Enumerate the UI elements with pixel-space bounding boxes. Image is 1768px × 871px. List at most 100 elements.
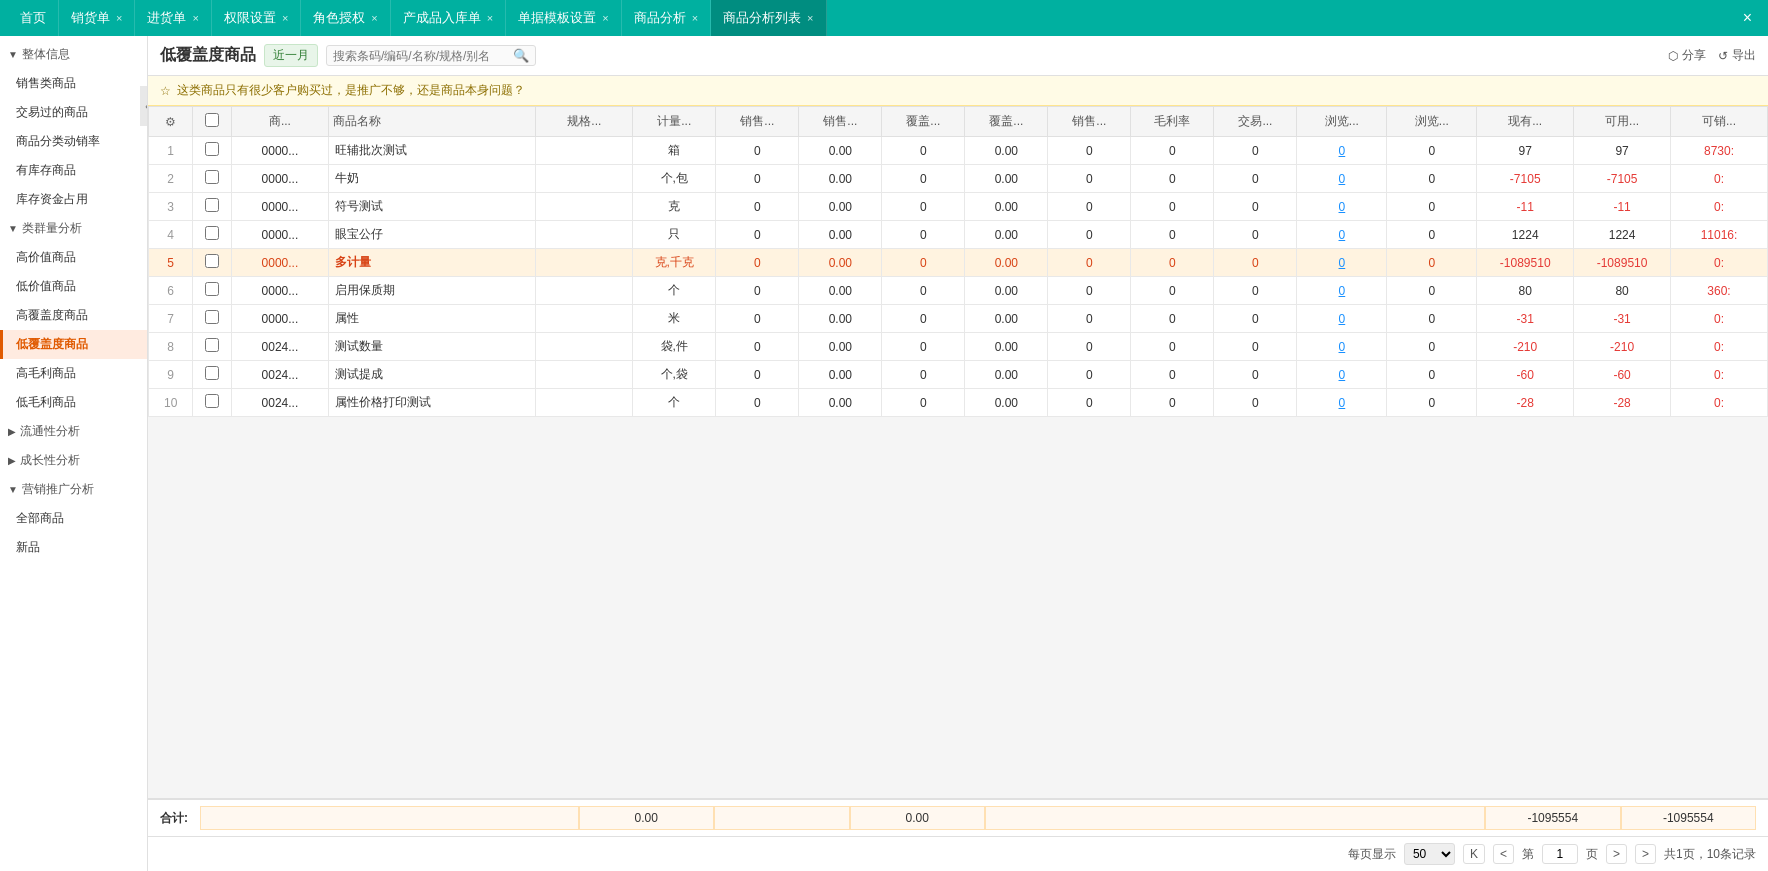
prev-page-button[interactable]: < bbox=[1493, 844, 1514, 864]
close-icon[interactable]: × bbox=[487, 12, 493, 24]
close-icon[interactable]: × bbox=[371, 12, 377, 24]
coverage1: 0 bbox=[882, 333, 965, 361]
close-icon[interactable]: × bbox=[602, 12, 608, 24]
row-checkbox[interactable] bbox=[205, 170, 219, 184]
product-spec bbox=[536, 305, 633, 333]
close-all-tabs-button[interactable]: × bbox=[1735, 9, 1760, 27]
nav-tab-analysis-list[interactable]: 商品分析列表 × bbox=[711, 0, 826, 36]
nav-tab-roles[interactable]: 角色授权 × bbox=[301, 0, 390, 36]
first-page-button[interactable]: K bbox=[1463, 844, 1485, 864]
coverage2: 0.00 bbox=[965, 193, 1048, 221]
gross-rate: 0 bbox=[1131, 193, 1214, 221]
page-label: 第 bbox=[1522, 846, 1534, 863]
sidebar-section-marketing[interactable]: ▼ 营销推广分析 bbox=[0, 475, 147, 504]
sidebar-item-high-value[interactable]: 高价值商品 bbox=[0, 243, 147, 272]
row-checkbox[interactable] bbox=[205, 198, 219, 212]
row-checkbox[interactable] bbox=[205, 310, 219, 324]
sales-qty: 0 bbox=[716, 305, 799, 333]
product-name: 测试数量 bbox=[328, 333, 536, 361]
sidebar-collapse-button[interactable]: « bbox=[140, 86, 148, 126]
nav-tab-warehouse[interactable]: 产成品入库单 × bbox=[391, 0, 506, 36]
row-checkbox[interactable] bbox=[205, 338, 219, 352]
avail-stock-column-header[interactable]: 可用... bbox=[1574, 107, 1671, 137]
sales-amt: 0.00 bbox=[799, 333, 882, 361]
unit-column-header[interactable]: 计量... bbox=[633, 107, 716, 137]
page-number-input[interactable] bbox=[1542, 844, 1578, 864]
sidebar-section-overall[interactable]: ▼ 整体信息 bbox=[0, 40, 147, 69]
row-checkbox[interactable] bbox=[205, 394, 219, 408]
spec-column-header[interactable]: 规格... bbox=[536, 107, 633, 137]
sidebar-section-cluster[interactable]: ▼ 类群量分析 bbox=[0, 214, 147, 243]
product-code: 0000... bbox=[232, 221, 329, 249]
close-icon[interactable]: × bbox=[807, 12, 813, 24]
select-all-checkbox[interactable] bbox=[205, 113, 219, 127]
row-checkbox[interactable] bbox=[205, 366, 219, 380]
nav-tab-home[interactable]: 首页 bbox=[8, 0, 59, 36]
gross-rate: 0 bbox=[1131, 221, 1214, 249]
share-button[interactable]: ⬡ 分享 bbox=[1668, 47, 1706, 64]
sellable-column-header[interactable]: 可销... bbox=[1671, 107, 1768, 137]
row-checkbox[interactable] bbox=[205, 142, 219, 156]
sidebar-item-low-value[interactable]: 低价值商品 bbox=[0, 272, 147, 301]
export-button[interactable]: ↺ 导出 bbox=[1718, 47, 1756, 64]
nav-tab-analysis[interactable]: 商品分析 × bbox=[622, 0, 711, 36]
cov2-column-header[interactable]: 覆盖... bbox=[965, 107, 1048, 137]
info-banner: ☆ 这类商品只有很少客户购买过，是推广不够，还是商品本身问题？ bbox=[148, 76, 1768, 106]
checkbox-column-header bbox=[193, 107, 232, 137]
row-checkbox[interactable] bbox=[205, 254, 219, 268]
sidebar-item-high-coverage[interactable]: 高覆盖度商品 bbox=[0, 301, 147, 330]
search-icon[interactable]: 🔍 bbox=[513, 48, 529, 63]
settings-column-header[interactable]: ⚙ bbox=[149, 107, 193, 137]
name-column-header[interactable]: 商品名称 bbox=[328, 107, 536, 137]
close-icon[interactable]: × bbox=[282, 12, 288, 24]
search-input[interactable] bbox=[333, 49, 513, 63]
table-header-row: ⚙ 商... 商品名称 规格... 计量... 销售... 销售... 覆盖..… bbox=[149, 107, 1768, 137]
sellable-stock: 0: bbox=[1671, 389, 1768, 417]
trade-column-header[interactable]: 交易... bbox=[1214, 107, 1297, 137]
close-icon[interactable]: × bbox=[192, 12, 198, 24]
sidebar-item-stock-fund[interactable]: 库存资金占用 bbox=[0, 185, 147, 214]
row-number: 3 bbox=[149, 193, 193, 221]
product-unit: 袋,件 bbox=[633, 333, 716, 361]
sellable-stock: 0: bbox=[1671, 193, 1768, 221]
close-icon[interactable]: × bbox=[692, 12, 698, 24]
browse2-column-header[interactable]: 浏览... bbox=[1387, 107, 1477, 137]
next-page-button[interactable]: > bbox=[1606, 844, 1627, 864]
filter-recent-month-button[interactable]: 近一月 bbox=[264, 44, 318, 67]
sidebar-item-traded-goods[interactable]: 交易过的商品 bbox=[0, 98, 147, 127]
coverage2: 0.00 bbox=[965, 389, 1048, 417]
sidebar-item-all-goods[interactable]: 全部商品 bbox=[0, 504, 147, 533]
sidebar-item-high-profit[interactable]: 高毛利商品 bbox=[0, 359, 147, 388]
browse2: 0 bbox=[1387, 137, 1477, 165]
sidebar-item-new-goods[interactable]: 新品 bbox=[0, 533, 147, 562]
sidebar-item-low-profit[interactable]: 低毛利商品 bbox=[0, 388, 147, 417]
sales-qty-column-header[interactable]: 销售... bbox=[716, 107, 799, 137]
chevron-down-icon: ▼ bbox=[8, 49, 18, 60]
cov1-column-header[interactable]: 覆盖... bbox=[882, 107, 965, 137]
close-icon[interactable]: × bbox=[116, 12, 122, 24]
sidebar-section-liquidity[interactable]: ▶ 流通性分析 bbox=[0, 417, 147, 446]
sales-amt-column-header[interactable]: 销售... bbox=[799, 107, 882, 137]
row-checkbox[interactable] bbox=[205, 226, 219, 240]
sidebar-item-sales-goods[interactable]: 销售类商品 bbox=[0, 69, 147, 98]
browse1-column-header[interactable]: 浏览... bbox=[1297, 107, 1387, 137]
nav-tab-purchase[interactable]: 进货单 × bbox=[135, 0, 211, 36]
sidebar-item-in-stock[interactable]: 有库存商品 bbox=[0, 156, 147, 185]
sidebar-item-low-coverage[interactable]: 低覆盖度商品 bbox=[0, 330, 147, 359]
nav-tab-permissions[interactable]: 权限设置 × bbox=[212, 0, 301, 36]
browse1: 0 bbox=[1297, 137, 1387, 165]
data-table: ⚙ 商... 商品名称 规格... 计量... 销售... 销售... 覆盖..… bbox=[148, 106, 1768, 417]
cur-stock-column-header[interactable]: 现有... bbox=[1477, 107, 1574, 137]
sidebar-item-category-rate[interactable]: 商品分类动销率 bbox=[0, 127, 147, 156]
gross-rate-column-header[interactable]: 毛利率 bbox=[1131, 107, 1214, 137]
sidebar-section-growth[interactable]: ▶ 成长性分析 bbox=[0, 446, 147, 475]
row-number: 5 bbox=[149, 249, 193, 277]
nav-tab-template[interactable]: 单据模板设置 × bbox=[506, 0, 621, 36]
page-size-select[interactable]: 50 10 20 100 bbox=[1404, 843, 1455, 865]
product-spec bbox=[536, 193, 633, 221]
code-column-header[interactable]: 商... bbox=[232, 107, 329, 137]
sales3-column-header[interactable]: 销售... bbox=[1048, 107, 1131, 137]
last-page-button[interactable]: > bbox=[1635, 844, 1656, 864]
nav-tab-sales[interactable]: 销货单 × bbox=[59, 0, 135, 36]
row-checkbox[interactable] bbox=[205, 282, 219, 296]
